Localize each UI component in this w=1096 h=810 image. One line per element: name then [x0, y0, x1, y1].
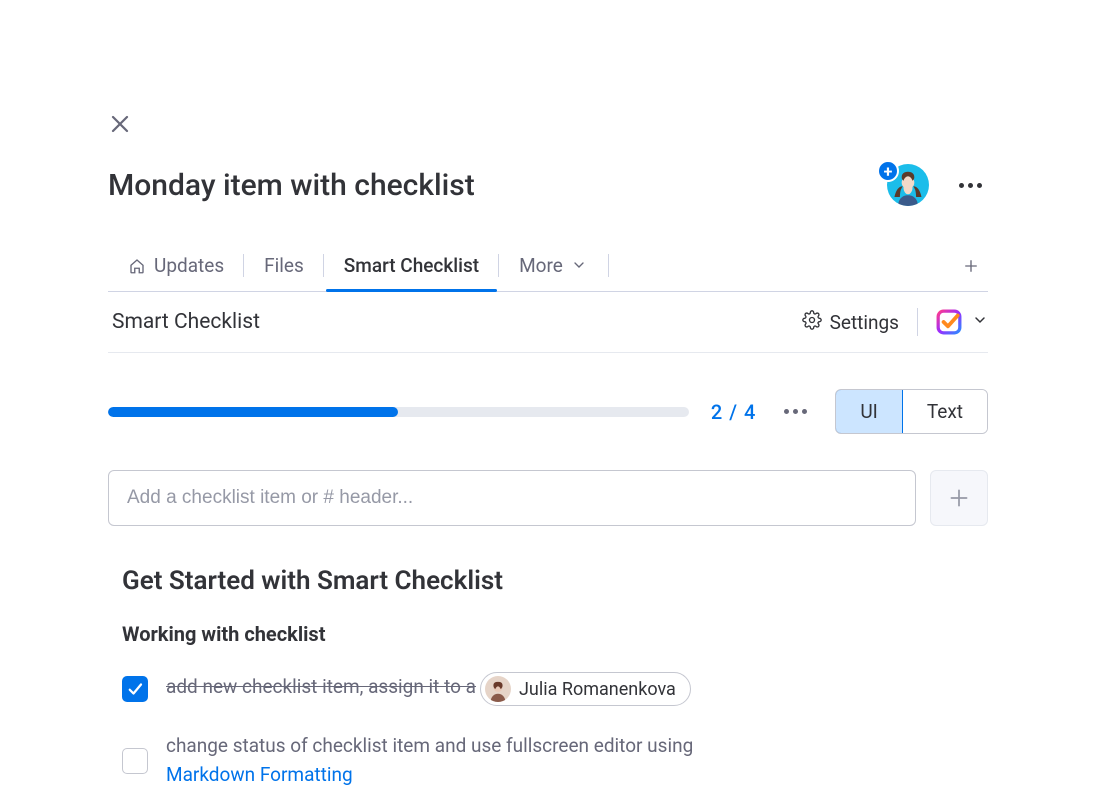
checklist-app-icon: [936, 309, 962, 335]
gear-icon: [802, 310, 822, 335]
chevron-down-icon: [571, 257, 589, 275]
section-title: Get Started with Smart Checklist: [122, 566, 988, 596]
panel-title: Smart Checklist: [112, 310, 260, 334]
checklist-item[interactable]: add new checklist item, assign it to a J…: [122, 672, 988, 706]
item-text: add new checklist item, assign it to a: [166, 675, 476, 698]
checkbox[interactable]: [122, 676, 148, 702]
add-item-input[interactable]: [108, 470, 916, 526]
checkbox[interactable]: [122, 748, 148, 774]
settings-label: Settings: [830, 311, 899, 334]
chevron-down-icon: [972, 312, 988, 332]
tab-label: More: [519, 254, 563, 277]
view-toggle: UI Text: [835, 389, 988, 434]
item-more-menu[interactable]: [953, 177, 988, 194]
toggle-ui[interactable]: UI: [835, 389, 903, 434]
toggle-text[interactable]: Text: [902, 390, 987, 433]
tab-more[interactable]: More: [499, 244, 609, 291]
tab-label: Smart Checklist: [344, 254, 479, 277]
avatar[interactable]: +: [887, 164, 929, 206]
tab-files[interactable]: Files: [244, 244, 324, 291]
add-tab-button[interactable]: [954, 249, 988, 287]
add-user-icon: +: [877, 160, 899, 182]
app-switcher[interactable]: [936, 309, 988, 335]
progress-bar: [108, 407, 689, 417]
assignee-avatar-icon: [485, 676, 511, 702]
add-item-button[interactable]: [930, 470, 988, 526]
home-icon: [128, 257, 146, 275]
tab-updates[interactable]: Updates: [108, 244, 244, 291]
assignee-name: Julia Romanenkova: [519, 679, 676, 700]
tab-label: Files: [264, 254, 304, 277]
progress-more-menu[interactable]: [778, 403, 813, 420]
item-title: Monday item with checklist: [108, 168, 475, 203]
item-text: change status of checklist item and use …: [166, 732, 693, 789]
markdown-link[interactable]: Markdown Formatting: [166, 763, 353, 786]
tabs: Updates Files Smart Checklist More: [108, 244, 988, 292]
progress-count: 2 / 4: [711, 400, 756, 424]
close-button[interactable]: [108, 112, 132, 136]
tab-smart-checklist[interactable]: Smart Checklist: [324, 244, 499, 291]
assignee-chip[interactable]: Julia Romanenkova: [480, 672, 691, 706]
settings-button[interactable]: Settings: [802, 310, 899, 335]
tab-label: Updates: [154, 254, 224, 277]
checklist-item[interactable]: change status of checklist item and use …: [122, 732, 988, 789]
section-subtitle: Working with checklist: [122, 622, 988, 646]
